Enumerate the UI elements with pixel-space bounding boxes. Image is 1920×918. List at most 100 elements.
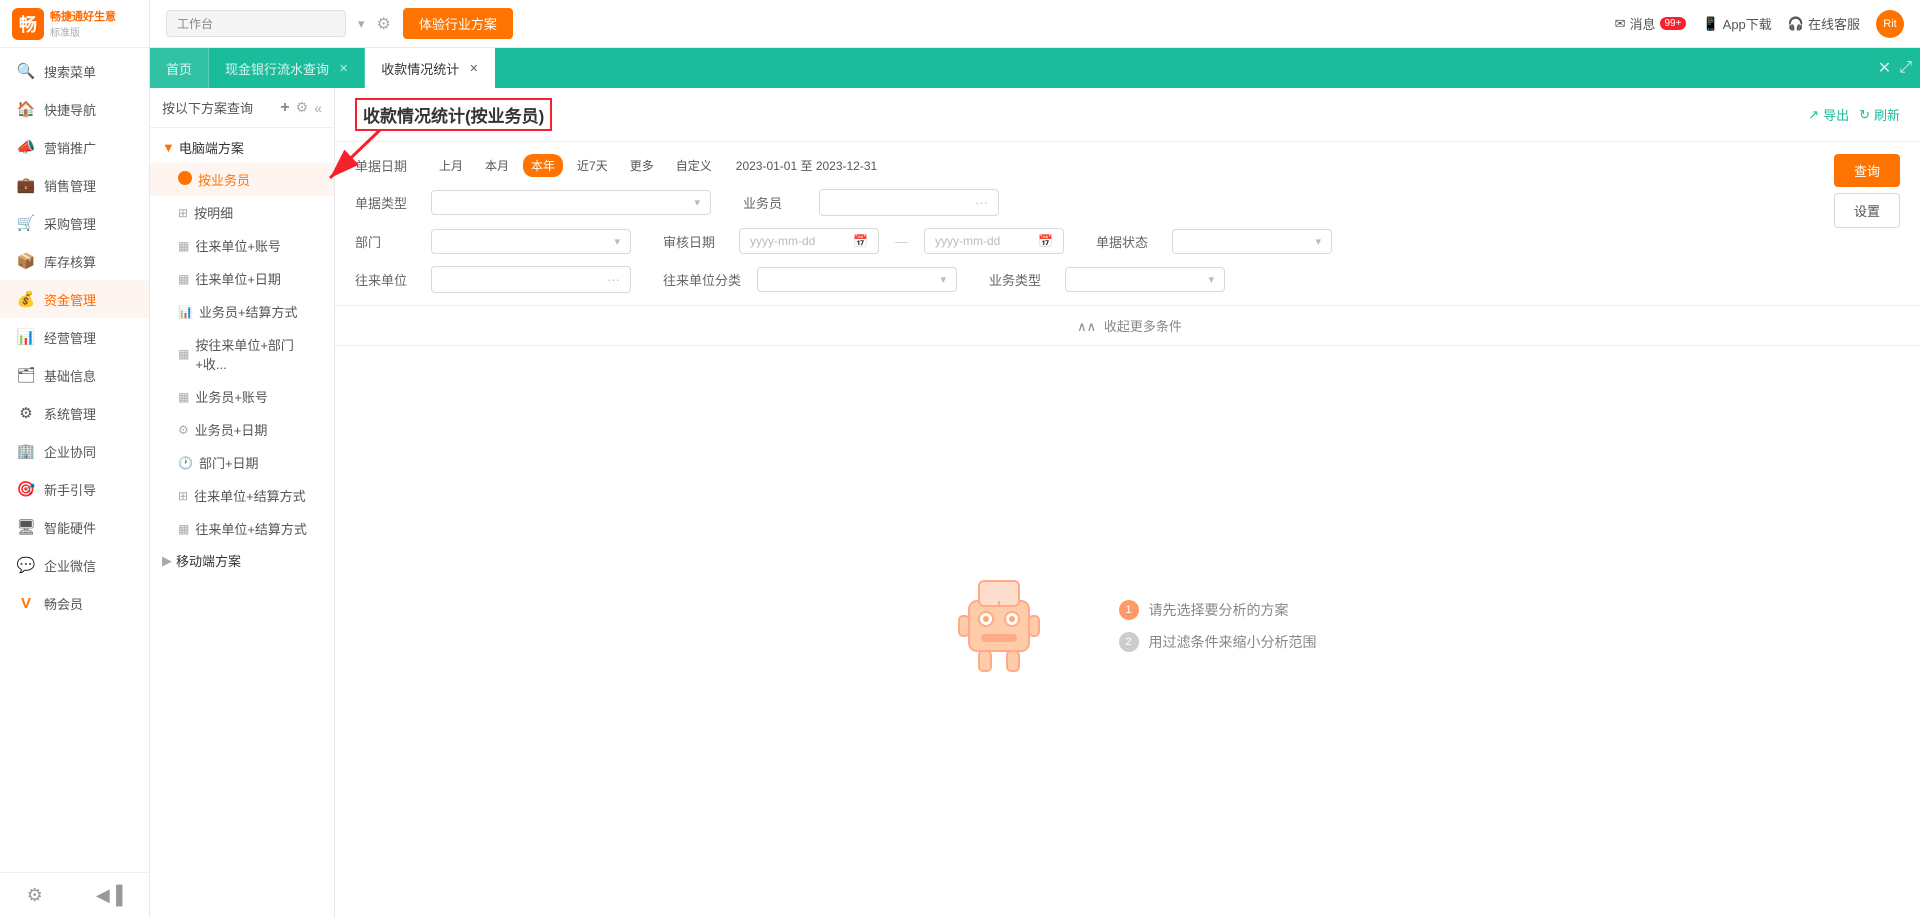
close-all-tabs-btn[interactable]: ✕ (1878, 58, 1891, 78)
sidebar-item-finance[interactable]: 💰 资金管理 (0, 280, 149, 318)
tree-group-mobile-header[interactable]: ▶ 移动端方案 (150, 545, 334, 576)
sidebar-item-inventory[interactable]: 📦 库存核算 (0, 242, 149, 280)
export-icon: ↗ (1808, 107, 1819, 123)
tree-item-unit-settlement1[interactable]: ⊞ 往来单位+结算方式 (150, 479, 334, 512)
date-tab-7days[interactable]: 近7天 (569, 154, 616, 177)
biz-type-select[interactable]: ▾ (1065, 267, 1225, 292)
messages-btn[interactable]: ✉ 消息 99+ (1615, 14, 1687, 33)
dropdown-arrow-icon[interactable]: ▾ (358, 16, 365, 32)
sidebar-item-basicinfo[interactable]: 🗂 基础信息 (0, 356, 149, 394)
salesman-account-icon: ▦ (178, 390, 189, 404)
sidebar-item-sales[interactable]: 💼 销售管理 (0, 166, 149, 204)
sidebar-item-smarthw[interactable]: 🖥 智能硬件 (0, 508, 149, 546)
calendar-to-icon[interactable]: 📅 (1038, 234, 1053, 248)
sidebar-item-newbie[interactable]: 🎯 新手引导 (0, 470, 149, 508)
date-tabs: 上月 本月 本年 近7天 更多 自定义 (431, 154, 720, 177)
tree-item-label: 业务员+结算方式 (199, 302, 298, 321)
sidebar-item-enterprise[interactable]: 🏢 企业协同 (0, 432, 149, 470)
tree-item-label: 往来单位+账号 (195, 236, 281, 255)
sidebar-item-label: 基础信息 (44, 366, 96, 385)
collapse-bar[interactable]: ∧∧ 收起更多条件 (335, 306, 1920, 346)
date-tab-thisyear[interactable]: 本年 (523, 154, 563, 177)
sidebar-item-label: 采购管理 (44, 214, 96, 233)
left-panel: 按以下方案查询 + ⚙ « ▼ 电脑端方案 (150, 88, 335, 918)
tabs-right-actions: ✕ ⤢ (1870, 48, 1920, 88)
tree-group-desktop-header[interactable]: ▼ 电脑端方案 (150, 132, 334, 163)
tab-collection-stats[interactable]: 收款情况统计 ✕ (365, 48, 495, 88)
finance-icon: 💰 (16, 289, 36, 309)
collapse-sidebar-btn[interactable]: ◀▐ (88, 881, 131, 910)
tree-item-unit-account[interactable]: ▦ 往来单位+账号 (150, 229, 334, 262)
review-date-to[interactable]: yyyy-mm-dd 📅 (924, 228, 1064, 254)
review-date-from[interactable]: yyyy-mm-dd 📅 (739, 228, 879, 254)
sidebar-item-wechat[interactable]: 💬 企业微信 (0, 546, 149, 584)
salesman-select[interactable]: ··· (819, 189, 999, 216)
empty-illustration (939, 561, 1059, 703)
refresh-btn[interactable]: ↻ 刷新 (1859, 105, 1900, 124)
app-download-btn[interactable]: 📱 App下载 (1702, 14, 1771, 33)
collapse-panel-btn[interactable]: « (314, 100, 322, 116)
tree-item-unit-dept-collection[interactable]: ▦ 按往来单位+部门+收... (150, 328, 334, 380)
doc-type-select[interactable]: ▾ (431, 190, 711, 215)
user-avatar-text: Rit (1883, 18, 1896, 30)
trial-btn[interactable]: 体验行业方案 (403, 8, 513, 39)
sidebar-item-marketing[interactable]: 📣 营销推广 (0, 128, 149, 166)
sidebar-item-system[interactable]: ⚙ 系统管理 (0, 394, 149, 432)
phone-icon: 📱 (1702, 16, 1718, 32)
calendar-from-icon[interactable]: 📅 (853, 234, 868, 248)
right-section: 收款情况统计(按业务员) ↗ 导出 ↻ 刷新 (335, 88, 1920, 918)
tree-group-desktop: ▼ 电脑端方案 按业务员 ⊞ 按明细 ▦ (150, 132, 334, 545)
expand-tabs-btn[interactable]: ⤢ (1899, 59, 1912, 77)
tab-bank-flow-close[interactable]: ✕ (339, 62, 348, 75)
sidebar-item-operations[interactable]: 📊 经营管理 (0, 318, 149, 356)
dept-date-icon: 🕐 (178, 456, 193, 470)
tab-collection-stats-close[interactable]: ✕ (469, 62, 478, 75)
online-service-btn[interactable]: 🎧 在线客服 (1788, 14, 1860, 33)
tree-item-label: 业务员+日期 (195, 420, 268, 439)
query-btn[interactable]: 查询 (1834, 154, 1900, 187)
biz-type-label: 业务类型 (989, 270, 1049, 289)
partner-category-arrow-icon: ▾ (940, 273, 946, 286)
settings-icon[interactable]: ⚙ (377, 14, 391, 34)
salesman-more-icon[interactable]: ··· (975, 195, 988, 210)
tree-item-unit-date[interactable]: ▦ 往来单位+日期 (150, 262, 334, 295)
date-tab-more[interactable]: 更多 (622, 154, 662, 177)
filter-row-dept: 部门 ▾ 审核日期 yyyy-mm-dd 📅 — (355, 228, 1822, 254)
search-icon: 🔍 (16, 61, 36, 81)
settings-footer-btn[interactable]: ⚙ (19, 881, 51, 910)
sidebar-item-purchase[interactable]: 🛒 采购管理 (0, 204, 149, 242)
dept-select[interactable]: ▾ (431, 229, 631, 254)
online-service-label: 在线客服 (1808, 14, 1860, 33)
tree-item-salesman-date[interactable]: ⚙ 业务员+日期 (150, 413, 334, 446)
partner-category-select[interactable]: ▾ (757, 267, 957, 292)
export-btn[interactable]: ↗ 导出 (1808, 105, 1849, 124)
partner-more-icon[interactable]: ··· (607, 272, 620, 287)
date-tab-custom[interactable]: 自定义 (668, 154, 720, 177)
tab-bank-flow[interactable]: 现金银行流水查询 ✕ (209, 48, 365, 88)
filter-settings-btn[interactable]: 设置 (1834, 193, 1900, 228)
tree-item-dept-date[interactable]: 🕐 部门+日期 (150, 446, 334, 479)
tree-item-by-salesman[interactable]: 按业务员 (150, 163, 334, 196)
tab-home[interactable]: 首页 (150, 48, 209, 88)
sidebar-item-search[interactable]: 🔍 搜索菜单 (0, 52, 149, 90)
add-scheme-btn[interactable]: + (280, 99, 289, 117)
scheme-settings-btn[interactable]: ⚙ (296, 99, 309, 116)
partner-select[interactable]: ··· (431, 266, 631, 293)
sidebar-item-vip[interactable]: V 畅会员 (0, 584, 149, 622)
sales-icon: 💼 (16, 175, 36, 195)
sidebar-item-quicknav[interactable]: 🏠 快捷导航 (0, 90, 149, 128)
tree-item-by-detail[interactable]: ⊞ 按明细 (150, 196, 334, 229)
newbie-icon: 🎯 (16, 479, 36, 499)
user-avatar[interactable]: Rit (1876, 10, 1904, 38)
date-tab-lastmonth[interactable]: 上月 (431, 154, 471, 177)
tree-item-salesman-account[interactable]: ▦ 业务员+账号 (150, 380, 334, 413)
operations-icon: 📊 (16, 327, 36, 347)
tree-item-label: 按明细 (194, 203, 233, 222)
tree-item-unit-settlement2[interactable]: ▦ 往来单位+结算方式 (150, 512, 334, 545)
sidebar-item-label: 快捷导航 (44, 100, 96, 119)
tree-arrow-mobile-icon: ▶ (162, 553, 172, 569)
date-tab-thismonth[interactable]: 本月 (477, 154, 517, 177)
doc-status-select[interactable]: ▾ (1172, 229, 1332, 254)
marketing-icon: 📣 (16, 137, 36, 157)
tree-item-salesman-settlement[interactable]: 📊 业务员+结算方式 (150, 295, 334, 328)
